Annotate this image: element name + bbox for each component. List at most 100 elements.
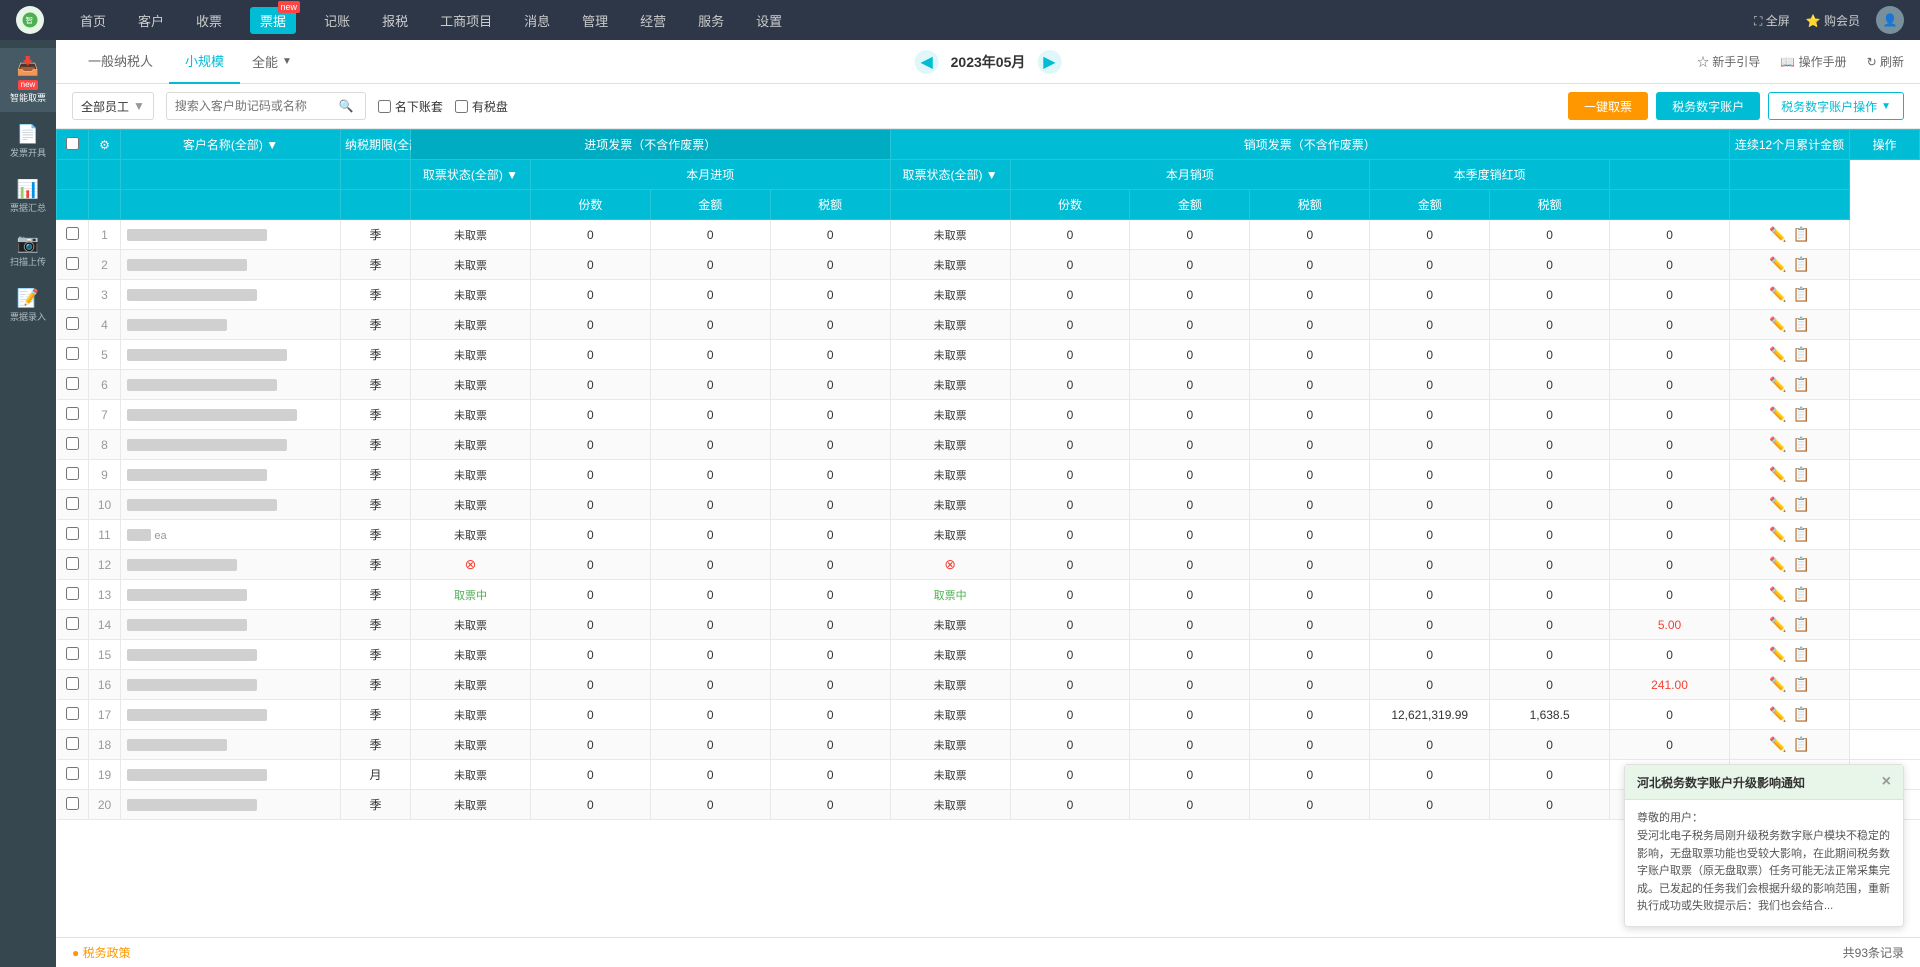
member-btn[interactable]: ⭐ 购会员 xyxy=(1806,12,1860,29)
copy-icon[interactable]: 📋 xyxy=(1793,316,1810,333)
tab-general-taxpayer[interactable]: 一般纳税人 xyxy=(72,40,169,84)
prev-month-btn[interactable]: ◀ xyxy=(915,50,939,74)
row-checkbox[interactable] xyxy=(66,437,79,450)
copy-icon[interactable]: 📋 xyxy=(1793,286,1810,303)
mybooks-checkbox-label[interactable]: 名下账套 xyxy=(378,98,443,115)
copy-icon[interactable]: 📋 xyxy=(1793,646,1810,663)
sidebar-item-summary[interactable]: 📊 票据汇总 xyxy=(0,171,56,222)
row-checkbox[interactable] xyxy=(66,227,79,240)
copy-icon[interactable]: 📋 xyxy=(1793,406,1810,423)
row-checkbox-cell[interactable] xyxy=(57,610,89,640)
edit-icon[interactable]: ✏️ xyxy=(1769,406,1786,423)
row-checkbox[interactable] xyxy=(66,407,79,420)
row-checkbox-cell[interactable] xyxy=(57,670,89,700)
sidebar-item-entry[interactable]: 📝 票据录入 xyxy=(0,280,56,331)
row-checkbox[interactable] xyxy=(66,317,79,330)
notification-close-btn[interactable]: × xyxy=(1882,773,1891,791)
nav-service[interactable]: 服务 xyxy=(694,11,728,30)
copy-icon[interactable]: 📋 xyxy=(1793,556,1810,573)
edit-icon[interactable]: ✏️ xyxy=(1769,526,1786,543)
edit-icon[interactable]: ✏️ xyxy=(1769,736,1786,753)
copy-icon[interactable]: 📋 xyxy=(1793,526,1810,543)
row-checkbox-cell[interactable] xyxy=(57,250,89,280)
row-checkbox-cell[interactable] xyxy=(57,280,89,310)
row-checkbox[interactable] xyxy=(66,587,79,600)
nav-manage[interactable]: 管理 xyxy=(578,11,612,30)
copy-icon[interactable]: 📋 xyxy=(1793,256,1810,273)
nav-receive[interactable]: 收票 xyxy=(192,11,226,30)
row-checkbox-cell[interactable] xyxy=(57,460,89,490)
new-guide-btn[interactable]: ☆ 新手引导 xyxy=(1697,53,1760,70)
edit-icon[interactable]: ✏️ xyxy=(1769,316,1786,333)
row-checkbox[interactable] xyxy=(66,797,79,810)
row-checkbox-cell[interactable] xyxy=(57,490,89,520)
edit-icon[interactable]: ✏️ xyxy=(1769,646,1786,663)
row-checkbox[interactable] xyxy=(66,497,79,510)
copy-icon[interactable]: 📋 xyxy=(1793,496,1810,513)
edit-icon[interactable]: ✏️ xyxy=(1769,346,1786,363)
row-checkbox[interactable] xyxy=(66,707,79,720)
row-checkbox-cell[interactable] xyxy=(57,340,89,370)
next-month-btn[interactable]: ▶ xyxy=(1037,50,1061,74)
tax-digital-btn[interactable]: 税务数字账户 xyxy=(1656,92,1760,120)
nav-operation[interactable]: 经营 xyxy=(636,11,670,30)
row-checkbox[interactable] xyxy=(66,347,79,360)
edit-icon[interactable]: ✏️ xyxy=(1769,376,1786,393)
edit-icon[interactable]: ✏️ xyxy=(1769,436,1786,453)
nav-message[interactable]: 消息 xyxy=(520,11,554,30)
edit-icon[interactable]: ✏️ xyxy=(1769,226,1786,243)
copy-icon[interactable]: 📋 xyxy=(1793,376,1810,393)
sidebar-item-smart-ticket[interactable]: 📥 new 智能取票 xyxy=(0,48,56,112)
nav-ticket[interactable]: 票据 new xyxy=(250,7,296,34)
fullscreen-btn[interactable]: ⛶ 全屏 xyxy=(1754,12,1790,29)
nav-settings[interactable]: 设置 xyxy=(752,11,786,30)
row-checkbox-cell[interactable] xyxy=(57,730,89,760)
one-click-btn[interactable]: 一键取票 xyxy=(1568,92,1648,120)
copy-icon[interactable]: 📋 xyxy=(1793,226,1810,243)
edit-icon[interactable]: ✏️ xyxy=(1769,676,1786,693)
row-checkbox-cell[interactable] xyxy=(57,400,89,430)
manual-btn[interactable]: 📖 操作手册 xyxy=(1780,53,1846,70)
col-out-status[interactable]: 取票状态(全部) ▼ xyxy=(890,160,1010,190)
copy-icon[interactable]: 📋 xyxy=(1793,346,1810,363)
col-select-all[interactable] xyxy=(57,130,89,160)
row-checkbox-cell[interactable] xyxy=(57,700,89,730)
row-checkbox[interactable] xyxy=(66,257,79,270)
edit-icon[interactable]: ✏️ xyxy=(1769,586,1786,603)
row-checkbox-cell[interactable] xyxy=(57,550,89,580)
row-checkbox-cell[interactable] xyxy=(57,790,89,820)
row-checkbox-cell[interactable] xyxy=(57,760,89,790)
tab-all-capability[interactable]: 全能 ▼ xyxy=(240,40,304,84)
select-all-checkbox[interactable] xyxy=(66,137,79,150)
tab-small-scale[interactable]: 小规模 xyxy=(169,40,240,84)
has-tax-checkbox[interactable] xyxy=(455,100,468,113)
edit-icon[interactable]: ✏️ xyxy=(1769,556,1786,573)
row-checkbox[interactable] xyxy=(66,287,79,300)
row-checkbox[interactable] xyxy=(66,467,79,480)
tax-ops-btn[interactable]: 税务数字账户操作 ▼ xyxy=(1768,92,1904,120)
nav-home[interactable]: 首页 xyxy=(76,11,110,30)
row-checkbox[interactable] xyxy=(66,377,79,390)
mybooks-checkbox[interactable] xyxy=(378,100,391,113)
row-checkbox-cell[interactable] xyxy=(57,370,89,400)
row-checkbox[interactable] xyxy=(66,557,79,570)
row-checkbox[interactable] xyxy=(66,677,79,690)
col-customer[interactable]: 客户名称(全部) ▼ xyxy=(121,130,341,160)
col-in-status[interactable]: 取票状态(全部) ▼ xyxy=(411,160,531,190)
sidebar-item-invoice[interactable]: 📄 发票开具 xyxy=(0,116,56,167)
copy-icon[interactable]: 📋 xyxy=(1793,436,1810,453)
row-checkbox[interactable] xyxy=(66,617,79,630)
edit-icon[interactable]: ✏️ xyxy=(1769,616,1786,633)
copy-icon[interactable]: 📋 xyxy=(1793,586,1810,603)
nav-customer[interactable]: 客户 xyxy=(134,11,168,30)
row-checkbox-cell[interactable] xyxy=(57,430,89,460)
user-avatar[interactable]: 👤 xyxy=(1876,6,1904,34)
customer-search-input[interactable] xyxy=(175,99,335,113)
nav-tax[interactable]: 报税 xyxy=(378,11,412,30)
copy-icon[interactable]: 📋 xyxy=(1793,616,1810,633)
row-checkbox[interactable] xyxy=(66,767,79,780)
refresh-btn[interactable]: ↻ 刷新 xyxy=(1867,53,1904,70)
copy-icon[interactable]: 📋 xyxy=(1793,706,1810,723)
row-checkbox[interactable] xyxy=(66,527,79,540)
tax-policy-link[interactable]: ● 税务政策 xyxy=(72,944,131,961)
